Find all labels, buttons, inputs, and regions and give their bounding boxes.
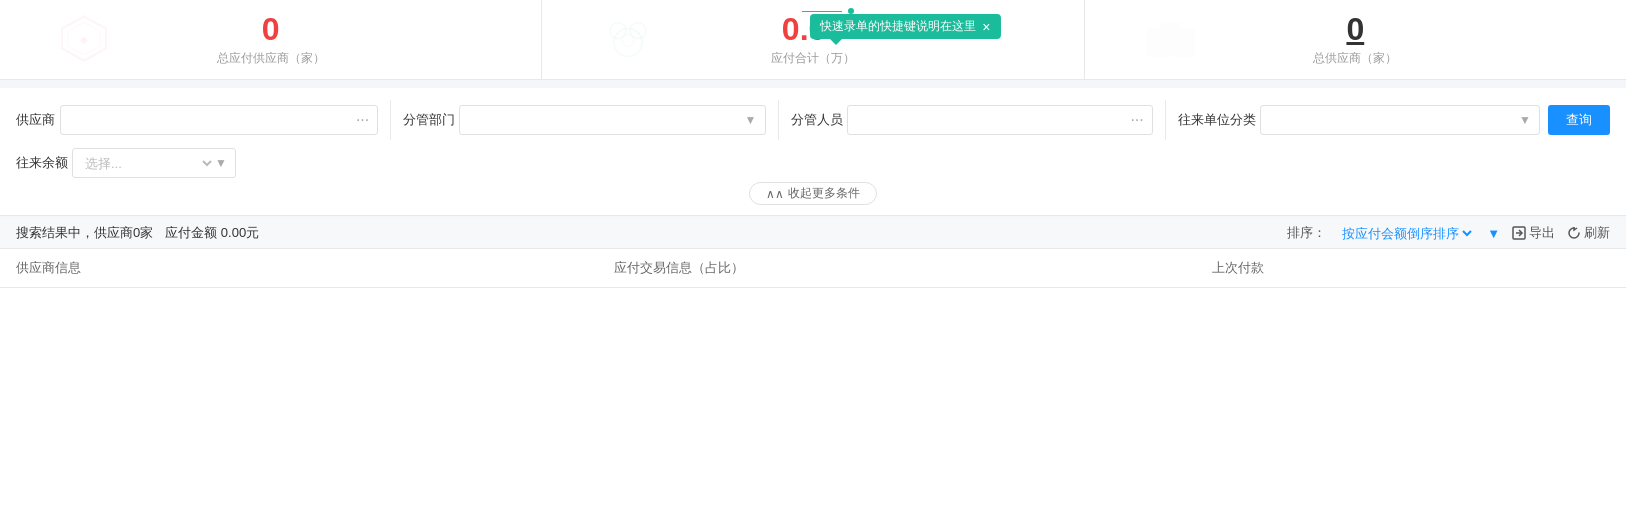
- svg-point-6: [622, 34, 634, 46]
- collapse-label: 收起更多条件: [788, 185, 860, 202]
- balance-select-wrapper[interactable]: 选择... ▼: [72, 148, 236, 178]
- sort-label: 排序：: [1287, 224, 1326, 242]
- stat-value-payable-suppliers: 0: [262, 12, 280, 47]
- stat-payable-total: 0.00 应付合计（万） 快速录单的快捷键说明在这里 ×: [542, 0, 1084, 79]
- supplier-input-wrapper[interactable]: ···: [60, 105, 378, 135]
- result-summary: 搜索结果中，供应商0家 应付金额 0.00元: [16, 224, 259, 242]
- result-supplier-count: 搜索结果中，供应商0家: [16, 224, 153, 242]
- filter-unit-class: 往来单位分类 ▼: [1178, 105, 1540, 135]
- filter-person: 分管人员 ···: [791, 105, 1153, 135]
- filter-row-1: 供应商 ··· 分管部门 ▼ 分管人员 ···: [16, 100, 1610, 140]
- collapse-up-icon: ∧∧: [766, 187, 784, 201]
- supplier-label: 供应商: [16, 111, 56, 129]
- divider-3: [1165, 100, 1166, 140]
- result-amount: 应付金额 0.00元: [165, 224, 259, 242]
- svg-rect-9: [1175, 28, 1195, 56]
- refresh-label: 刷新: [1584, 224, 1610, 242]
- table-body: [0, 288, 1626, 515]
- tooltip-close-button[interactable]: ×: [982, 20, 990, 34]
- divider-2: [778, 100, 779, 140]
- person-label: 分管人员: [791, 111, 843, 129]
- col-last-payment-header: 上次付款: [1212, 259, 1611, 277]
- boxes-icon: [1145, 18, 1197, 61]
- department-input-wrapper[interactable]: ▼: [459, 105, 765, 135]
- tooltip-text: 快速录单的快捷键说明在这里: [820, 18, 976, 35]
- balance-label: 往来余额: [16, 154, 68, 172]
- collapse-button[interactable]: ∧∧ 收起更多条件: [749, 182, 877, 205]
- balance-chevron-icon: ▼: [215, 156, 227, 170]
- stat-value-total-suppliers: 0: [1346, 12, 1364, 47]
- department-input[interactable]: [468, 113, 744, 128]
- person-dots-icon[interactable]: ···: [1130, 111, 1143, 129]
- col-transaction-header: 应付交易信息（占比）: [614, 259, 1212, 277]
- refresh-button[interactable]: 刷新: [1567, 224, 1610, 242]
- diamond-icon: ◆: [60, 14, 108, 65]
- supplier-dots-icon[interactable]: ···: [356, 111, 369, 129]
- tooltip-line: [802, 11, 842, 12]
- unit-class-chevron-icon: ▼: [1519, 113, 1531, 127]
- stat-label-payable-total: 应付合计（万）: [771, 50, 855, 67]
- filter-bar: 供应商 ··· 分管部门 ▼ 分管人员 ···: [0, 88, 1626, 216]
- unit-class-input[interactable]: [1269, 113, 1519, 128]
- stat-total-payable-suppliers: ◆ 0 总应付供应商（家）: [0, 0, 542, 79]
- sort-chevron-icon: ▼: [1487, 226, 1500, 241]
- svg-point-3: [614, 28, 642, 56]
- result-controls: 排序： 按应付会额倒序排序 ▼ 导出 刷新: [1287, 224, 1610, 242]
- unit-class-input-wrapper[interactable]: ▼: [1260, 105, 1540, 135]
- svg-text:◆: ◆: [80, 33, 88, 44]
- col-supplier-header: 供应商信息: [16, 259, 614, 277]
- stats-bar: ◆ 0 总应付供应商（家） 0.00 应付合计（万） 快速录单的快捷键说明在这里…: [0, 0, 1626, 80]
- filter-supplier: 供应商 ···: [16, 105, 378, 135]
- supplier-input[interactable]: [69, 113, 356, 128]
- person-input-wrapper[interactable]: ···: [847, 105, 1153, 135]
- filter-balance: 往来余额 选择... ▼: [16, 148, 236, 178]
- person-input[interactable]: [856, 113, 1131, 128]
- department-chevron-icon: ▼: [745, 113, 757, 127]
- divider-1: [390, 100, 391, 140]
- stat-total-suppliers: 0 总供应商（家）: [1085, 0, 1626, 79]
- export-button[interactable]: 导出: [1512, 224, 1555, 242]
- collapse-row: ∧∧ 收起更多条件: [16, 182, 1610, 205]
- bear-icon: [602, 12, 654, 67]
- stat-label-total-suppliers: 总供应商（家）: [1313, 50, 1397, 67]
- query-button[interactable]: 查询: [1548, 105, 1610, 135]
- table-header: 供应商信息 应付交易信息（占比） 上次付款: [0, 249, 1626, 288]
- filter-row-2: 往来余额 选择... ▼: [16, 148, 1610, 178]
- balance-select[interactable]: 选择...: [81, 155, 215, 172]
- unit-class-label: 往来单位分类: [1178, 111, 1256, 129]
- sort-select[interactable]: 按应付会额倒序排序: [1338, 225, 1475, 242]
- result-bar: 搜索结果中，供应商0家 应付金额 0.00元 排序： 按应付会额倒序排序 ▼ 导…: [0, 218, 1626, 249]
- department-label: 分管部门: [403, 111, 455, 129]
- export-label: 导出: [1529, 224, 1555, 242]
- filter-department: 分管部门 ▼: [403, 105, 765, 135]
- tooltip-bubble: 快速录单的快捷键说明在这里 ×: [810, 14, 1000, 39]
- stat-label-payable-suppliers: 总应付供应商（家）: [217, 50, 325, 67]
